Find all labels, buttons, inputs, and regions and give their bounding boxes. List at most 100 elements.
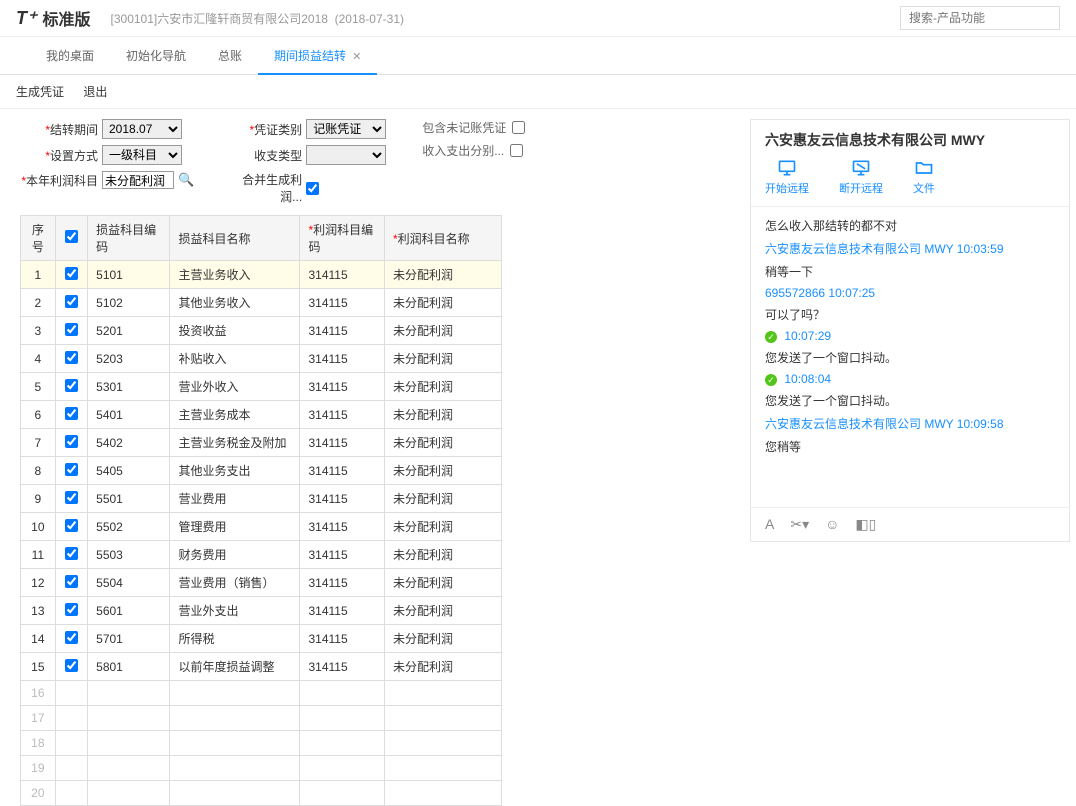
row-checkbox[interactable]	[65, 491, 78, 504]
row-checkbox[interactable]	[65, 463, 78, 476]
end-remote-button[interactable]: 断开远程	[839, 158, 883, 196]
table-row-empty: 20	[21, 781, 502, 806]
table-row[interactable]: 14 5701所得税314115未分配利润	[21, 625, 502, 653]
chat-line: ✓ 10:08:04	[765, 372, 1055, 386]
col-check[interactable]	[55, 216, 88, 261]
tab-总账[interactable]: 总账	[202, 37, 258, 74]
company-info: [300101]六安市汇隆轩商贸有限公司2018 (2018-07-31)	[111, 10, 404, 27]
table-row[interactable]: 2 5102其他业务收入314115未分配利润	[21, 289, 502, 317]
row-checkbox[interactable]	[65, 323, 78, 336]
monitor-off-icon	[851, 158, 871, 178]
table-row[interactable]: 6 5401主营业务成本314115未分配利润	[21, 401, 502, 429]
table-row[interactable]: 5 5301营业外收入314115未分配利润	[21, 373, 502, 401]
col-code: 损益科目编码	[88, 216, 170, 261]
chat-line: 怎么收入那结转的都不对	[765, 217, 1055, 234]
period-label: *结转期间	[20, 121, 98, 138]
chat-title: 六安惠友云信息技术有限公司 MWY	[765, 130, 1055, 150]
income-type-select[interactable]	[306, 145, 386, 165]
exit-button[interactable]: 退出	[83, 85, 107, 99]
col-pcode: 利润科目编码	[300, 216, 385, 261]
file-button[interactable]: 文件	[913, 158, 935, 196]
monitor-icon	[777, 158, 797, 178]
close-icon[interactable]: ✕	[352, 51, 361, 63]
table-row-empty: 17	[21, 706, 502, 731]
voucher-type-label: *凭证类别	[224, 121, 302, 138]
col-pname: 利润科目名称	[384, 216, 501, 261]
table-row[interactable]: 7 5402主营业务税金及附加314115未分配利润	[21, 429, 502, 457]
chat-line: 您稍等	[765, 438, 1055, 455]
font-tool[interactable]: A	[765, 516, 774, 533]
table-row-empty: 19	[21, 756, 502, 781]
table-row[interactable]: 8 5405其他业务支出314115未分配利润	[21, 457, 502, 485]
row-checkbox[interactable]	[65, 351, 78, 364]
table-row[interactable]: 3 5201投资收益314115未分配利润	[21, 317, 502, 345]
generate-voucher-button[interactable]: 生成凭证	[16, 85, 64, 99]
chat-line: 695572866 10:07:25	[765, 286, 1055, 300]
setting-label: *设置方式	[20, 147, 98, 164]
row-checkbox[interactable]	[65, 519, 78, 532]
table-row[interactable]: 1 5101主营业务收入314115未分配利润	[21, 261, 502, 289]
chat-toolbar: A ✂▾ ☺ ◧▯	[751, 507, 1069, 541]
col-name: 损益科目名称	[170, 216, 300, 261]
row-checkbox[interactable]	[65, 435, 78, 448]
table-row[interactable]: 12 5504营业费用（销售）314115未分配利润	[21, 569, 502, 597]
chat-line: 稍等一下	[765, 263, 1055, 280]
search-icon[interactable]: 🔍	[178, 172, 194, 188]
chat-line: 可以了吗？	[765, 306, 1055, 323]
row-checkbox[interactable]	[65, 267, 78, 280]
income-type-label: 收支类型	[224, 147, 302, 164]
tab-初始化导航[interactable]: 初始化导航	[110, 37, 202, 74]
tab-我的桌面[interactable]: 我的桌面	[30, 37, 110, 74]
tab-期间损益结转[interactable]: 期间损益结转✕	[258, 37, 377, 74]
row-checkbox[interactable]	[65, 631, 78, 644]
income-split-checkbox[interactable]	[510, 144, 523, 157]
row-checkbox[interactable]	[65, 659, 78, 672]
chat-line: 六安惠友云信息技术有限公司 MWY 10:09:58	[765, 415, 1055, 432]
table-row-empty: 18	[21, 731, 502, 756]
chat-panel: 六安惠友云信息技术有限公司 MWY 开始远程 断开远程 文件	[750, 119, 1070, 542]
include-unposted-label: 包含未记账凭证	[422, 119, 506, 136]
profit-account-input[interactable]	[102, 171, 174, 189]
row-checkbox[interactable]	[65, 547, 78, 560]
accounts-table: 序号 损益科目编码 损益科目名称 利润科目编码 利润科目名称 1 5101主营业…	[20, 215, 502, 806]
chat-line: 六安惠友云信息技术有限公司 MWY 10:03:59	[765, 240, 1055, 257]
emoji-tool[interactable]: ☺	[825, 516, 839, 533]
start-remote-button[interactable]: 开始远程	[765, 158, 809, 196]
app-header: T⁺ 标准版 [300101]六安市汇隆轩商贸有限公司2018 (2018-07…	[0, 0, 1076, 37]
row-checkbox[interactable]	[65, 379, 78, 392]
income-split-label: 收入支出分别...	[422, 142, 504, 159]
app-logo: T⁺	[16, 8, 37, 29]
row-checkbox[interactable]	[65, 603, 78, 616]
row-checkbox[interactable]	[65, 295, 78, 308]
table-row[interactable]: 11 5503财务费用314115未分配利润	[21, 541, 502, 569]
table-row[interactable]: 4 5203补贴收入314115未分配利润	[21, 345, 502, 373]
table-row[interactable]: 10 5502管理费用314115未分配利润	[21, 513, 502, 541]
chat-line: ✓ 10:07:29	[765, 329, 1055, 343]
table-row-empty: 16	[21, 681, 502, 706]
merge-profit-label: 合并生成利润...	[224, 171, 302, 205]
chat-messages: 怎么收入那结转的都不对六安惠友云信息技术有限公司 MWY 10:03:59 稍等一…	[751, 207, 1069, 507]
profit-account-label: *本年利润科目	[20, 172, 98, 189]
chat-line: 您发送了一个窗口抖动。	[765, 349, 1055, 366]
period-select[interactable]: 2018.07	[102, 119, 182, 139]
filter-form: *结转期间 2018.07 *设置方式 一级科目 *本年利润科目 🔍 *凭证类别…	[0, 109, 740, 215]
table-row[interactable]: 9 5501营业费用314115未分配利润	[21, 485, 502, 513]
cut-tool[interactable]: ✂▾	[790, 516, 809, 533]
table-row[interactable]: 13 5601营业外支出314115未分配利润	[21, 597, 502, 625]
row-checkbox[interactable]	[65, 407, 78, 420]
shake-tool[interactable]: ◧▯	[855, 516, 876, 533]
edition-label: 标准版	[43, 6, 91, 30]
folder-icon	[914, 158, 934, 178]
table-row[interactable]: 15 5801以前年度损益调整314115未分配利润	[21, 653, 502, 681]
search-input[interactable]	[900, 6, 1060, 30]
col-seq: 序号	[21, 216, 56, 261]
row-checkbox[interactable]	[65, 575, 78, 588]
merge-profit-checkbox[interactable]	[306, 182, 319, 195]
chat-line: 您发送了一个窗口抖动。	[765, 392, 1055, 409]
include-unposted-checkbox[interactable]	[512, 121, 525, 134]
global-search[interactable]	[900, 6, 1060, 30]
action-toolbar: 生成凭证 退出	[0, 75, 1076, 109]
voucher-type-select[interactable]: 记账凭证	[306, 119, 386, 139]
setting-select[interactable]: 一级科目	[102, 145, 182, 165]
main-tabs: 我的桌面初始化导航总账期间损益结转✕	[0, 37, 1076, 75]
